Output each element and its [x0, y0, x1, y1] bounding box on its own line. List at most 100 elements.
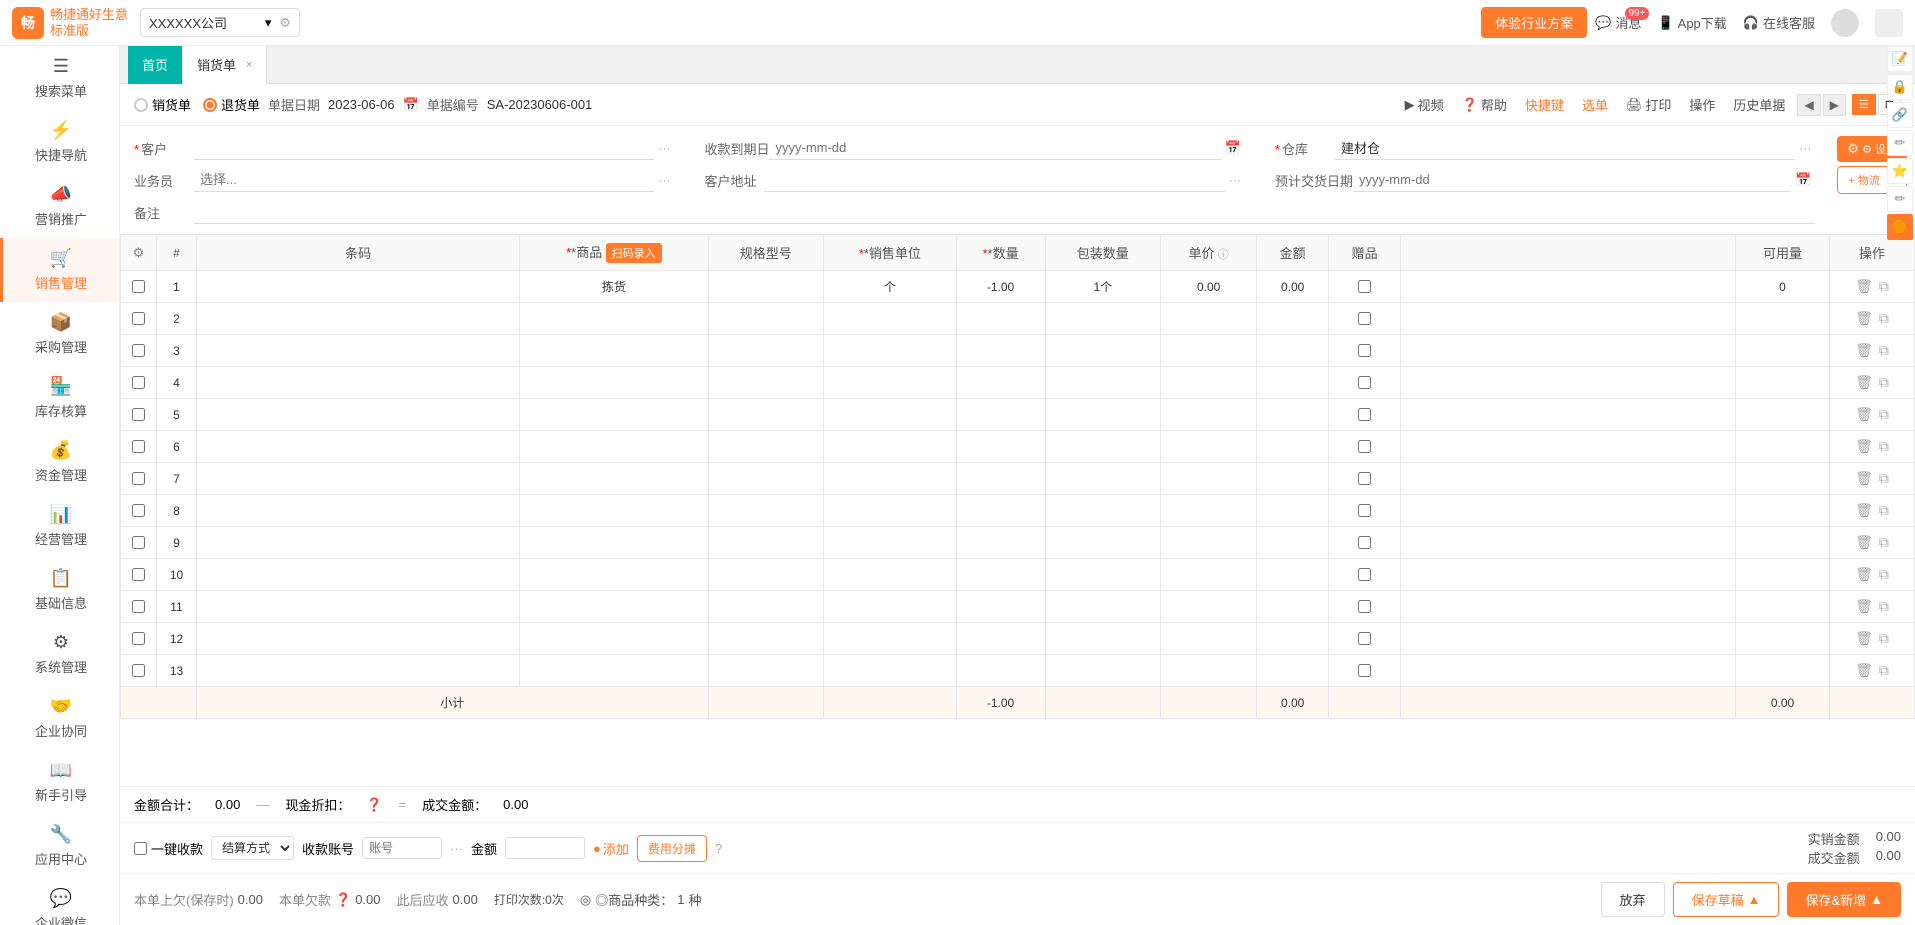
delete-row-icon[interactable]: 🗑 — [1855, 374, 1873, 391]
row-price[interactable] — [1161, 399, 1257, 431]
select-btn[interactable]: 选单 — [1576, 92, 1614, 117]
row-spec[interactable] — [708, 527, 824, 559]
customer-addr-input[interactable] — [764, 168, 1224, 192]
gift-checkbox[interactable] — [1358, 440, 1371, 453]
company-selector[interactable]: XXXXXX公司 ▾ ⚙ — [140, 8, 300, 37]
barcode-input[interactable] — [205, 439, 511, 454]
due-date-calendar-icon[interactable]: 📅 — [1221, 140, 1245, 156]
row-price[interactable] — [1161, 431, 1257, 463]
row-price[interactable]: 0.00 — [1161, 271, 1257, 303]
delete-row-icon[interactable]: 🗑 — [1855, 470, 1873, 487]
scan-barcode-btn[interactable]: 扫码录入 — [606, 243, 662, 263]
video-btn[interactable]: ▶ 视频 — [1399, 92, 1450, 117]
row-spec[interactable] — [708, 591, 824, 623]
row-amount[interactable] — [1257, 559, 1329, 591]
row-unit[interactable] — [824, 623, 957, 655]
message-button[interactable]: 💬 消息 99+ — [1595, 13, 1641, 32]
row-qty[interactable] — [956, 303, 1045, 335]
delete-row-icon[interactable]: 🗑 — [1855, 598, 1873, 615]
discount-help-icon[interactable]: ❓ — [366, 797, 382, 813]
row-amount[interactable] — [1257, 591, 1329, 623]
tab-close-icon[interactable]: × — [246, 59, 252, 71]
row-qty[interactable] — [956, 623, 1045, 655]
barcode-input[interactable] — [205, 343, 511, 358]
barcode-input[interactable] — [205, 631, 511, 646]
row-unit[interactable] — [824, 463, 957, 495]
app-download-button[interactable]: 📱 App下载 — [1657, 13, 1726, 32]
sidebar-item-marketing[interactable]: 📣 营销推广 — [0, 174, 119, 238]
row-amount[interactable] — [1257, 623, 1329, 655]
save-new-btn[interactable]: 保存&新增 ▲ — [1787, 882, 1901, 917]
online-service-button[interactable]: 🎧 在线客服 — [1743, 13, 1815, 32]
row-price[interactable] — [1161, 335, 1257, 367]
salesperson-more-icon[interactable]: ··· — [654, 173, 674, 187]
save-draft-btn[interactable]: 保存草稿 ▲ — [1673, 882, 1780, 917]
sidebar-item-system[interactable]: ⚙ 系统管理 — [0, 622, 119, 686]
payment-account-input[interactable] — [362, 837, 442, 859]
row-pkg-qty[interactable] — [1045, 623, 1161, 655]
copy-row-icon[interactable]: ⧉ — [1879, 278, 1889, 295]
gift-checkbox[interactable] — [1358, 664, 1371, 677]
abandon-btn[interactable]: 放弃 — [1601, 882, 1665, 917]
copy-row-icon[interactable]: ⧉ — [1879, 470, 1889, 487]
one-click-pay-checkbox[interactable] — [134, 842, 147, 855]
row-qty[interactable] — [956, 335, 1045, 367]
delete-row-icon[interactable]: 🗑 — [1855, 406, 1873, 423]
row-amount[interactable]: 0.00 — [1257, 271, 1329, 303]
row-goods[interactable] — [520, 463, 708, 495]
barcode-input[interactable] — [205, 279, 511, 294]
right-panel-orange[interactable]: 🟠 — [1887, 214, 1913, 240]
row-checkbox[interactable] — [132, 376, 145, 389]
row-goods[interactable] — [520, 495, 708, 527]
row-barcode[interactable] — [197, 335, 520, 367]
gift-checkbox[interactable] — [1358, 408, 1371, 421]
right-panel-star[interactable]: ⭐ — [1887, 158, 1913, 184]
row-barcode[interactable] — [197, 271, 520, 303]
customer-addr-more-icon[interactable]: ··· — [1225, 173, 1245, 187]
delete-row-icon[interactable]: 🗑 — [1855, 534, 1873, 551]
add-payment-btn[interactable]: ● 添加 — [593, 839, 629, 858]
copy-row-icon[interactable]: ⧉ — [1879, 438, 1889, 455]
row-spec[interactable] — [708, 495, 824, 527]
gift-checkbox[interactable] — [1358, 344, 1371, 357]
row-checkbox[interactable] — [132, 600, 145, 613]
row-unit[interactable] — [824, 495, 957, 527]
right-panel-note[interactable]: 📝 — [1887, 46, 1913, 72]
row-pkg-qty[interactable] — [1045, 399, 1161, 431]
sidebar-item-inventory[interactable]: 🏪 库存核算 — [0, 366, 119, 430]
row-goods[interactable] — [520, 559, 708, 591]
due-date-input[interactable] — [769, 136, 1220, 160]
next-record-btn[interactable]: ▶ — [1823, 94, 1846, 116]
row-goods[interactable] — [520, 431, 708, 463]
row-barcode[interactable] — [197, 527, 520, 559]
row-checkbox[interactable] — [132, 504, 145, 517]
row-unit[interactable] — [824, 527, 957, 559]
row-spec[interactable] — [708, 463, 824, 495]
row-qty[interactable] — [956, 495, 1045, 527]
copy-row-icon[interactable]: ⧉ — [1879, 630, 1889, 647]
user-menu[interactable] — [1875, 9, 1903, 37]
row-checkbox[interactable] — [132, 664, 145, 677]
delete-row-icon[interactable]: 🗑 — [1855, 502, 1873, 519]
row-qty[interactable]: -1.00 — [956, 271, 1045, 303]
row-checkbox[interactable] — [132, 568, 145, 581]
row-pkg-qty[interactable] — [1045, 367, 1161, 399]
row-barcode[interactable] — [197, 431, 520, 463]
row-price[interactable] — [1161, 463, 1257, 495]
right-panel-edit[interactable]: ✏ — [1887, 130, 1913, 156]
row-unit[interactable] — [824, 399, 957, 431]
right-panel-link[interactable]: 🔗 — [1887, 102, 1913, 128]
row-pkg-qty[interactable] — [1045, 591, 1161, 623]
row-goods[interactable] — [520, 591, 708, 623]
row-checkbox[interactable] — [132, 536, 145, 549]
row-goods[interactable] — [520, 399, 708, 431]
delete-row-icon[interactable]: 🗑 — [1855, 342, 1873, 359]
gift-checkbox[interactable] — [1358, 472, 1371, 485]
row-qty[interactable] — [956, 591, 1045, 623]
row-goods[interactable] — [520, 623, 708, 655]
help-btn[interactable]: ❓ 帮助 — [1456, 92, 1513, 117]
trial-button[interactable]: 体验行业方案 — [1481, 7, 1587, 38]
delete-row-icon[interactable]: 🗑 — [1855, 310, 1873, 327]
delete-row-icon[interactable]: 🗑 — [1855, 662, 1873, 679]
gift-checkbox[interactable] — [1358, 312, 1371, 325]
